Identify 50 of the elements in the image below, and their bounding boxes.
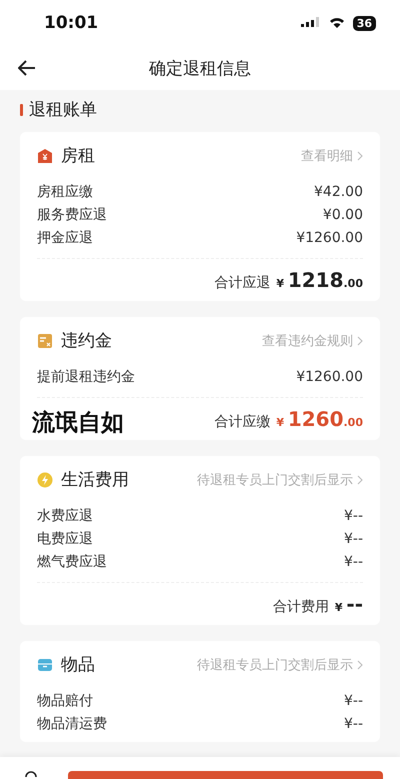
total-amount: ¥ 1260.00 [276, 407, 363, 431]
back-arrow-icon[interactable] [18, 59, 36, 77]
fee-label: 物品清运费 [37, 714, 107, 732]
fee-label: 押金应退 [37, 228, 93, 246]
detail-link[interactable]: 待退租专员上门交割后显示 [197, 470, 353, 488]
total-label: 合计应退 [214, 274, 270, 292]
card-title: 房租 [61, 145, 96, 167]
fee-label: 物品赔付 [37, 692, 93, 710]
accent-bar [20, 104, 23, 116]
fee-amount: ¥-- [344, 530, 363, 546]
fee-label: 电费应退 [37, 530, 93, 548]
chevron-right-icon[interactable] [357, 660, 363, 670]
detail-link[interactable]: 查看明细 [301, 146, 353, 164]
box-icon [37, 656, 53, 672]
document-icon [37, 332, 53, 348]
total-amount: ¥ 1218.00 [276, 268, 363, 292]
fee-amount: ¥-- [344, 692, 363, 708]
fee-label: 水费应退 [37, 506, 93, 524]
fee-amount: ¥42.00 [314, 184, 363, 200]
fee-amount: ¥-- [344, 716, 363, 732]
page-title: 确定退租信息 [149, 58, 251, 80]
clock-time: 10:01 [44, 13, 98, 33]
battery-level: 36 [352, 16, 376, 30]
fee-amount: ¥1260.00 [296, 230, 363, 246]
total-label: 合计应缴 [214, 413, 270, 431]
card-title: 违约金 [61, 330, 113, 352]
detail-link[interactable]: 待退租专员上门交割后显示 [197, 656, 353, 674]
chevron-right-icon[interactable] [357, 150, 363, 160]
fee-label: 房租应缴 [37, 182, 93, 200]
fee-label: 服务费应退 [37, 206, 107, 224]
total-label: 合计费用 [272, 598, 329, 616]
card-title: 生活费用 [61, 469, 130, 491]
lightning-icon [37, 472, 53, 488]
total-amount: ¥ -- [334, 592, 363, 616]
house-icon [37, 148, 53, 164]
overlay-caption: 流氓自如 [32, 409, 124, 438]
signal-icon [300, 17, 321, 29]
wifi-icon [328, 17, 345, 29]
section-title: 退租账单 [29, 99, 97, 121]
action-button[interactable] [68, 771, 383, 779]
fee-amount: ¥1260.00 [296, 368, 363, 384]
fee-amount: ¥-- [344, 508, 363, 524]
fee-label: 提前退租违约金 [37, 368, 135, 386]
fee-amount: ¥0.00 [322, 206, 363, 222]
fee-amount: ¥-- [344, 554, 363, 570]
chevron-right-icon[interactable] [357, 336, 363, 346]
chevron-right-icon[interactable] [357, 474, 363, 484]
fee-label: 燃气费应退 [37, 552, 107, 570]
card-title: 物品 [61, 654, 96, 676]
detail-link[interactable]: 查看违约金规则 [262, 332, 353, 350]
